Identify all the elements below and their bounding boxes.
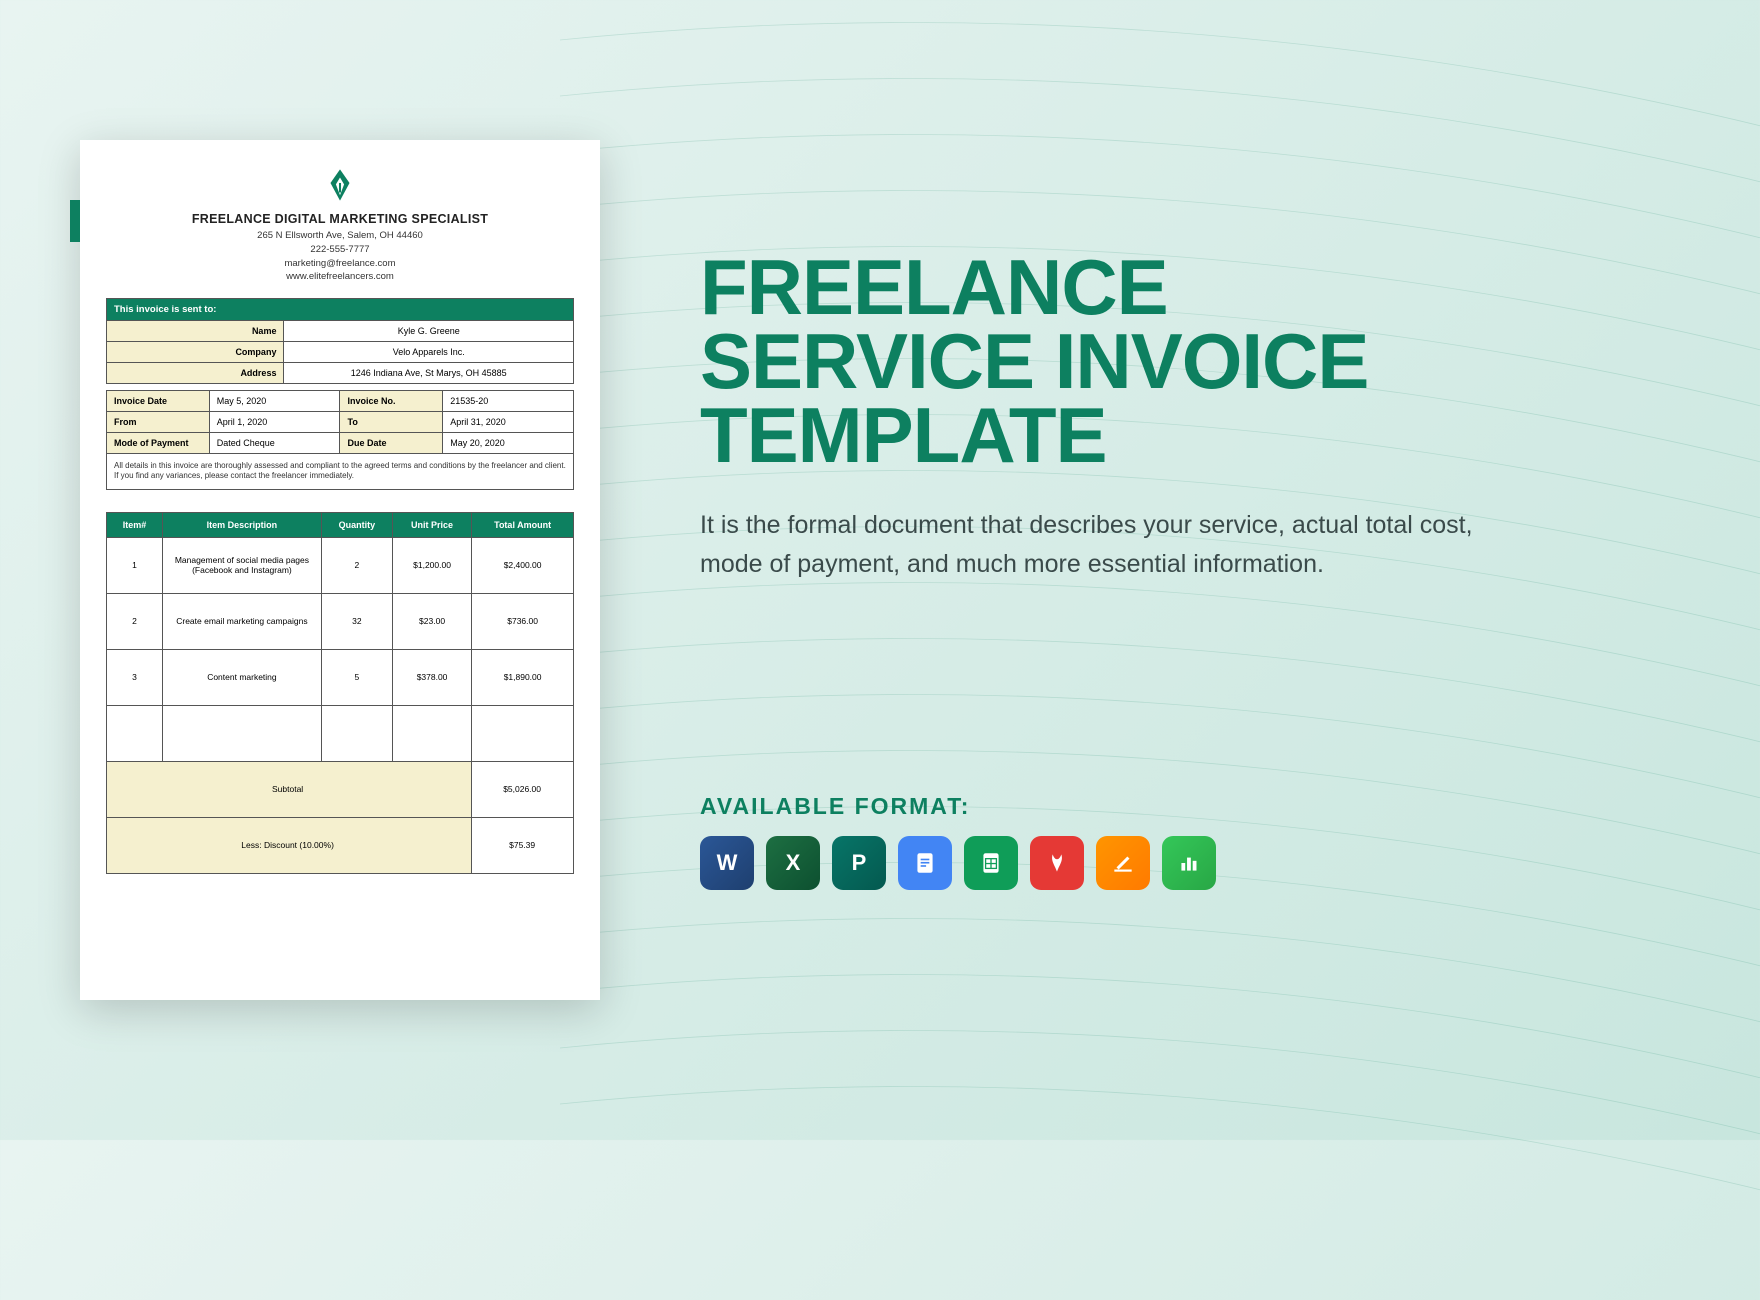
- page-title: FREELANCE SERVICE INVOICE TEMPLATE: [700, 250, 1560, 472]
- company-email: marketing@freelance.com: [106, 257, 574, 271]
- table-row: 2 Create email marketing campaigns 32 $2…: [107, 593, 574, 649]
- description-text: It is the formal document that describes…: [700, 506, 1500, 584]
- sent-to-header: This invoice is sent to:: [107, 299, 574, 321]
- accent-tab: [70, 200, 80, 242]
- invoice-document: FREELANCE DIGITAL MARKETING SPECIALIST 2…: [80, 140, 600, 1000]
- invoice-note: All details in this invoice are thorough…: [106, 454, 574, 490]
- company-name: FREELANCE DIGITAL MARKETING SPECIALIST: [106, 212, 574, 226]
- apple-pages-icon[interactable]: [1096, 836, 1150, 890]
- items-table: Item# Item Description Quantity Unit Pri…: [106, 512, 574, 874]
- company-website: www.elitefreelancers.com: [106, 270, 574, 284]
- pdf-icon[interactable]: [1030, 836, 1084, 890]
- apple-numbers-icon[interactable]: [1162, 836, 1216, 890]
- company-phone: 222-555-7777: [106, 243, 574, 257]
- recipient-table: This invoice is sent to: NameKyle G. Gre…: [106, 298, 574, 384]
- meta-table: Invoice Date May 5, 2020 Invoice No. 215…: [106, 390, 574, 454]
- table-row: 3 Content marketing 5 $378.00 $1,890.00: [107, 649, 574, 705]
- table-row: [107, 705, 574, 761]
- publisher-icon[interactable]: P: [832, 836, 886, 890]
- google-sheets-icon[interactable]: [964, 836, 1018, 890]
- invoice-header: FREELANCE DIGITAL MARKETING SPECIALIST 2…: [106, 168, 574, 284]
- company-address: 265 N Ellsworth Ave, Salem, OH 44460: [106, 229, 574, 243]
- google-docs-icon[interactable]: [898, 836, 952, 890]
- word-icon[interactable]: W: [700, 836, 754, 890]
- info-panel: FREELANCE SERVICE INVOICE TEMPLATE It is…: [700, 250, 1560, 891]
- table-row: 1 Management of social media pages (Face…: [107, 537, 574, 593]
- excel-icon[interactable]: X: [766, 836, 820, 890]
- pen-logo-icon: [326, 168, 354, 202]
- format-list: W X P: [700, 836, 1560, 890]
- format-label: AVAILABLE FORMAT:: [700, 793, 1560, 820]
